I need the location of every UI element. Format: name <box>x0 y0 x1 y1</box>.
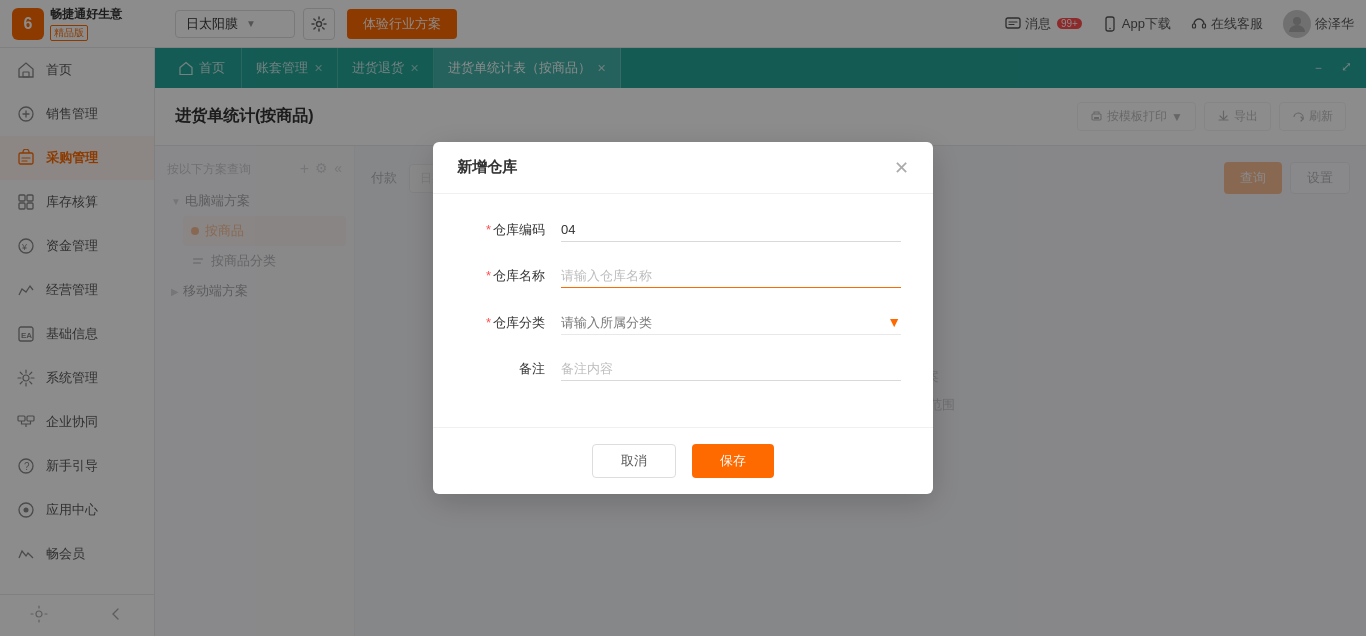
category-select[interactable]: ▼ <box>561 310 901 335</box>
modal-overlay: 新增仓库 ✕ *仓库编码 *仓库名称 *仓库分类 <box>0 0 1366 636</box>
modal-title: 新增仓库 <box>457 158 517 177</box>
name-label: *仓库名称 <box>465 267 545 285</box>
cancel-button[interactable]: 取消 <box>592 444 676 478</box>
category-label: *仓库分类 <box>465 314 545 332</box>
note-input[interactable] <box>561 357 901 381</box>
note-label: 备注 <box>465 360 545 378</box>
code-label: *仓库编码 <box>465 221 545 239</box>
form-row-code: *仓库编码 <box>465 218 901 242</box>
save-button[interactable]: 保存 <box>692 444 774 478</box>
modal-close-button[interactable]: ✕ <box>894 159 909 177</box>
new-warehouse-modal: 新增仓库 ✕ *仓库编码 *仓库名称 *仓库分类 <box>433 142 933 494</box>
form-row-name: *仓库名称 <box>465 264 901 288</box>
modal-body: *仓库编码 *仓库名称 *仓库分类 ▼ <box>433 194 933 427</box>
code-input[interactable] <box>561 218 901 242</box>
form-row-category: *仓库分类 ▼ <box>465 310 901 335</box>
form-row-note: 备注 <box>465 357 901 381</box>
category-input[interactable] <box>561 315 887 330</box>
modal-footer: 取消 保存 <box>433 427 933 494</box>
category-dropdown-arrow: ▼ <box>887 314 901 330</box>
name-input[interactable] <box>561 264 901 288</box>
modal-header: 新增仓库 ✕ <box>433 142 933 194</box>
